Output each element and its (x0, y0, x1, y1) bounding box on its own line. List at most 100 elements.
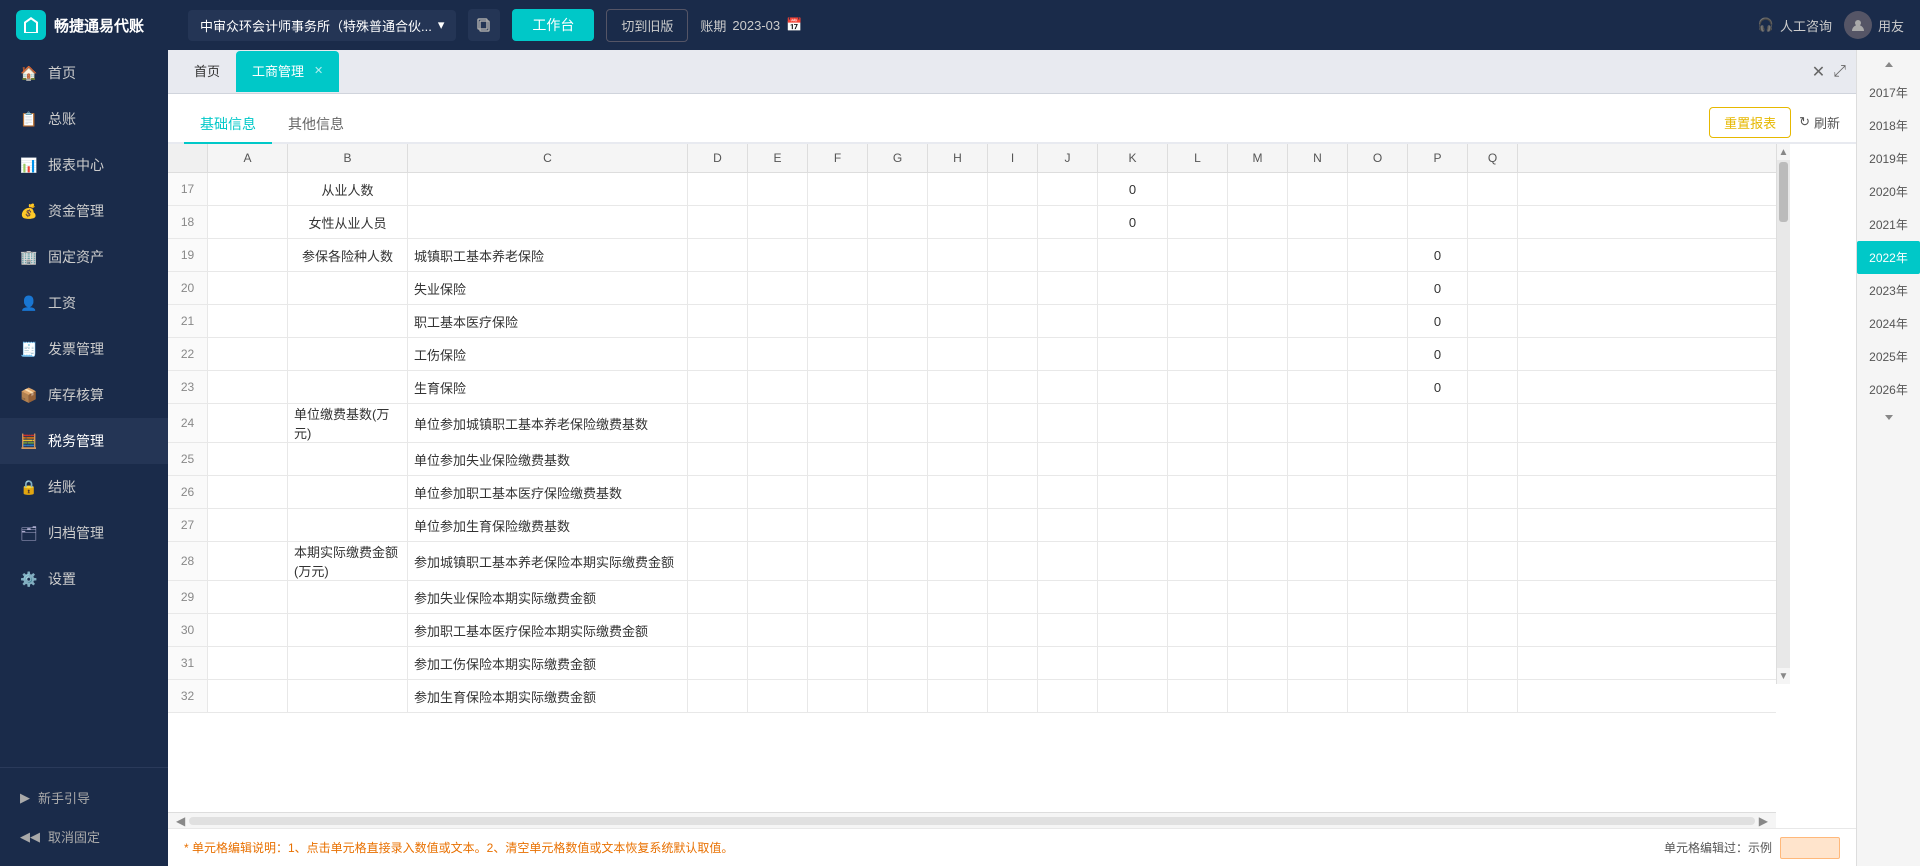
cell-22-c[interactable]: 工伤保险 (408, 338, 688, 370)
cell-26-a[interactable] (208, 476, 288, 508)
cell-32-g[interactable] (868, 680, 928, 712)
cell-28-g[interactable] (868, 542, 928, 580)
cell-23-m[interactable] (1228, 371, 1288, 403)
cell-21-b[interactable] (288, 305, 408, 337)
cell-17-q[interactable] (1468, 173, 1518, 205)
sidebar-item-guide[interactable]: ▶ 新手引导 (0, 778, 168, 817)
cell-26-h[interactable] (928, 476, 988, 508)
cell-24-m[interactable] (1228, 404, 1288, 442)
cell-22-g[interactable] (868, 338, 928, 370)
cell-29-j[interactable] (1038, 581, 1098, 613)
cell-23-g[interactable] (868, 371, 928, 403)
cell-29-q[interactable] (1468, 581, 1518, 613)
cell-32-i[interactable] (988, 680, 1038, 712)
cell-26-o[interactable] (1348, 476, 1408, 508)
v-scroll-track[interactable] (1777, 160, 1790, 668)
cell-21-j[interactable] (1038, 305, 1098, 337)
cell-30-n[interactable] (1288, 614, 1348, 646)
cell-23-j[interactable] (1038, 371, 1098, 403)
cell-22-p[interactable]: 0 (1408, 338, 1468, 370)
cell-27-l[interactable] (1168, 509, 1228, 541)
cell-30-f[interactable] (808, 614, 868, 646)
cell-26-g[interactable] (868, 476, 928, 508)
year-item-2022[interactable]: 2022年 (1857, 241, 1920, 274)
cell-22-b[interactable] (288, 338, 408, 370)
cell-23-o[interactable] (1348, 371, 1408, 403)
cell-19-k[interactable] (1098, 239, 1168, 271)
cell-24-a[interactable] (208, 404, 288, 442)
cell-29-b[interactable] (288, 581, 408, 613)
cell-25-i[interactable] (988, 443, 1038, 475)
cell-25-b[interactable] (288, 443, 408, 475)
cell-28-e[interactable] (748, 542, 808, 580)
cell-20-m[interactable] (1228, 272, 1288, 304)
v-scroll-thumb[interactable] (1779, 162, 1788, 222)
cell-19-i[interactable] (988, 239, 1038, 271)
cell-24-l[interactable] (1168, 404, 1228, 442)
sub-tab-other[interactable]: 其他信息 (272, 106, 360, 144)
cell-23-p[interactable]: 0 (1408, 371, 1468, 403)
cell-20-l[interactable] (1168, 272, 1228, 304)
cell-25-a[interactable] (208, 443, 288, 475)
cell-29-o[interactable] (1348, 581, 1408, 613)
cell-28-k[interactable] (1098, 542, 1168, 580)
cell-27-h[interactable] (928, 509, 988, 541)
cell-27-g[interactable] (868, 509, 928, 541)
cell-31-n[interactable] (1288, 647, 1348, 679)
cell-28-d[interactable] (688, 542, 748, 580)
cell-24-n[interactable] (1288, 404, 1348, 442)
cell-30-o[interactable] (1348, 614, 1408, 646)
cell-21-i[interactable] (988, 305, 1038, 337)
year-item-2017[interactable]: 2017年 (1857, 76, 1920, 109)
cell-31-e[interactable] (748, 647, 808, 679)
cell-27-d[interactable] (688, 509, 748, 541)
cell-22-h[interactable] (928, 338, 988, 370)
cell-26-c[interactable]: 单位参加职工基本医疗保险缴费基数 (408, 476, 688, 508)
cell-32-e[interactable] (748, 680, 808, 712)
cell-26-i[interactable] (988, 476, 1038, 508)
cell-23-e[interactable] (748, 371, 808, 403)
cell-29-m[interactable] (1228, 581, 1288, 613)
cell-32-k[interactable] (1098, 680, 1168, 712)
cell-23-b[interactable] (288, 371, 408, 403)
cell-32-h[interactable] (928, 680, 988, 712)
workbench-button[interactable]: 工作台 (512, 9, 594, 41)
cell-21-d[interactable] (688, 305, 748, 337)
cell-19-f[interactable] (808, 239, 868, 271)
year-item-2024[interactable]: 2024年 (1857, 307, 1920, 340)
cell-26-k[interactable] (1098, 476, 1168, 508)
cell-29-g[interactable] (868, 581, 928, 613)
cell-24-k[interactable] (1098, 404, 1168, 442)
cell-22-a[interactable] (208, 338, 288, 370)
cell-25-e[interactable] (748, 443, 808, 475)
cell-30-a[interactable] (208, 614, 288, 646)
cell-31-f[interactable] (808, 647, 868, 679)
sidebar-item-archive[interactable]: 🗂 归档管理 (0, 510, 168, 556)
cell-21-p[interactable]: 0 (1408, 305, 1468, 337)
cell-26-p[interactable] (1408, 476, 1468, 508)
cell-32-n[interactable] (1288, 680, 1348, 712)
year-item-2026[interactable]: 2026年 (1857, 373, 1920, 406)
cell-25-j[interactable] (1038, 443, 1098, 475)
year-item-2018[interactable]: 2018年 (1857, 109, 1920, 142)
h-scroll-right[interactable]: ▶ (1755, 814, 1772, 828)
cell-19-d[interactable] (688, 239, 748, 271)
h-scroll-track[interactable] (189, 817, 1755, 825)
cell-25-q[interactable] (1468, 443, 1518, 475)
cell-25-l[interactable] (1168, 443, 1228, 475)
cell-28-f[interactable] (808, 542, 868, 580)
cell-20-n[interactable] (1288, 272, 1348, 304)
sidebar-item-invoice[interactable]: 🧾 发票管理 (0, 326, 168, 372)
cell-18-o[interactable] (1348, 206, 1408, 238)
cell-30-e[interactable] (748, 614, 808, 646)
cell-20-h[interactable] (928, 272, 988, 304)
cell-21-f[interactable] (808, 305, 868, 337)
cell-20-b[interactable] (288, 272, 408, 304)
cell-22-m[interactable] (1228, 338, 1288, 370)
cell-19-j[interactable] (1038, 239, 1098, 271)
copy-button[interactable] (468, 9, 500, 41)
cell-30-j[interactable] (1038, 614, 1098, 646)
cell-18-f[interactable] (808, 206, 868, 238)
sidebar-item-settings[interactable]: ⚙️ 设置 (0, 556, 168, 602)
cell-26-e[interactable] (748, 476, 808, 508)
